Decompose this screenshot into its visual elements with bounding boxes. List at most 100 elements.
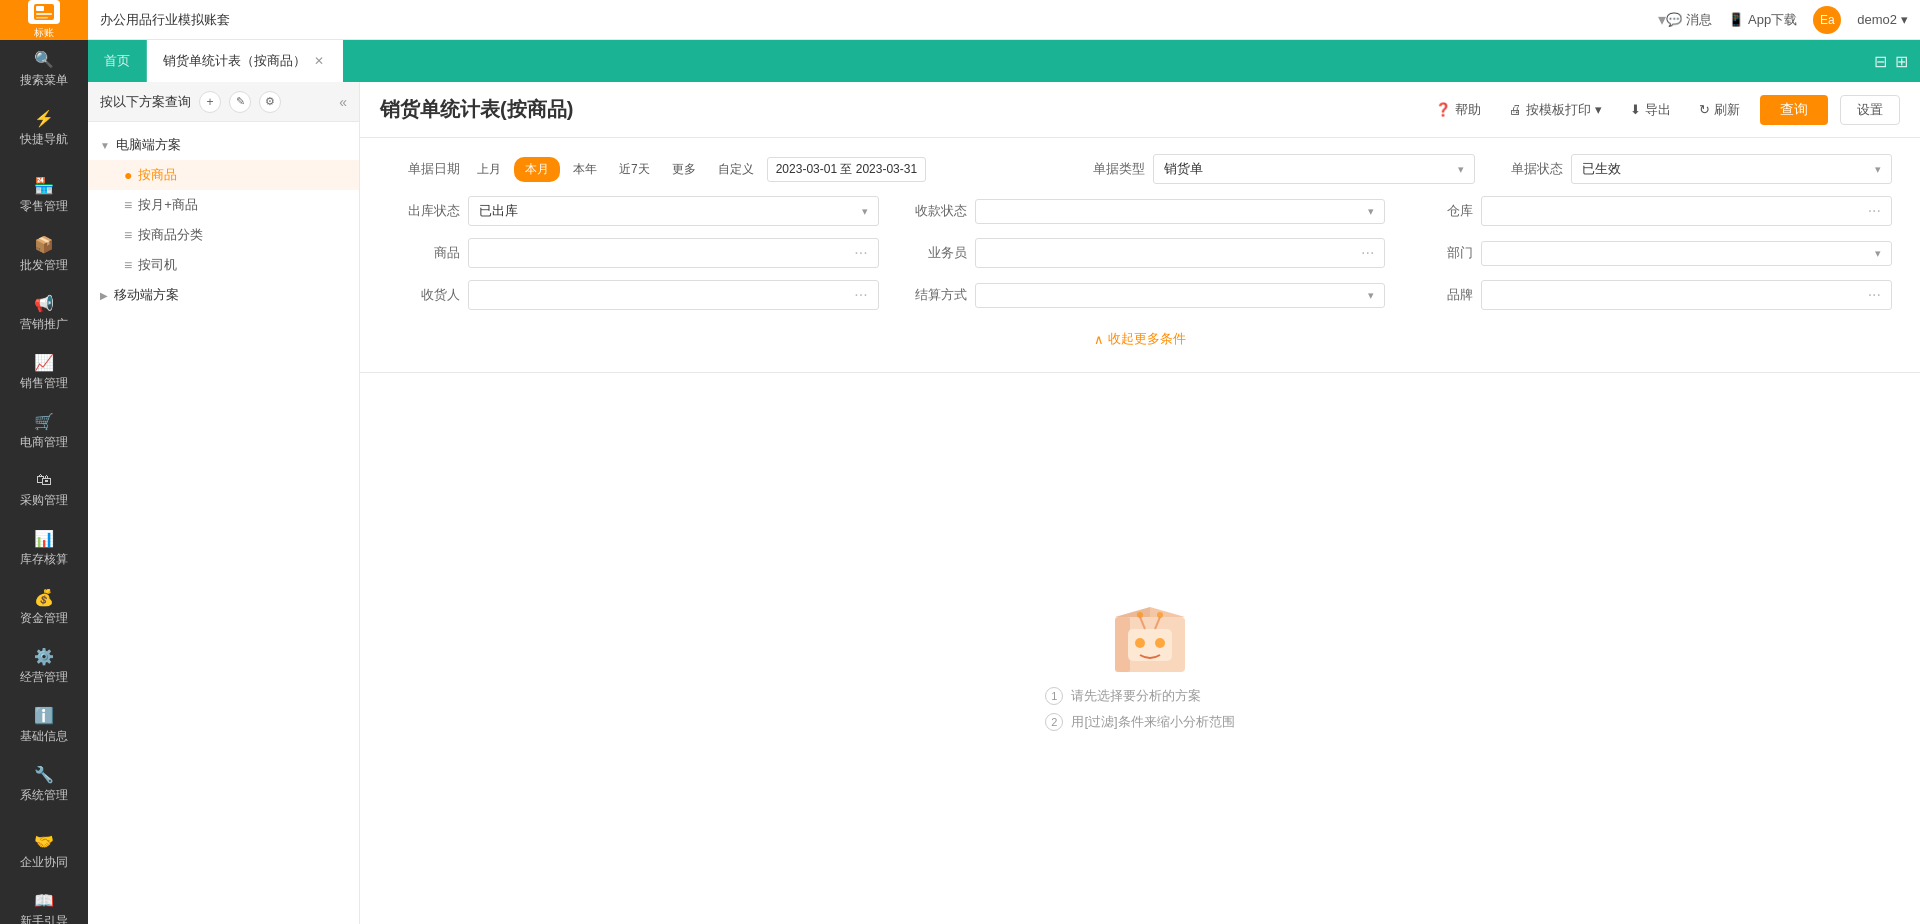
filter-col-warehouse: 仓库 ··· <box>1393 196 1900 226</box>
refresh-icon: ↻ <box>1699 102 1710 117</box>
date-range-input[interactable]: 2023-03-01 至 2023-03-31 <box>767 157 926 182</box>
sidebar-item-marketing[interactable]: 📢 营销推广 <box>0 284 88 343</box>
page-title: 销货单统计表(按商品) <box>380 96 573 123</box>
payment-label: 结算方式 <box>895 286 975 304</box>
tab-maximize-controls: ⊟ ⊞ <box>1862 40 1920 82</box>
sidebar-item-enterprise[interactable]: 🤝 企业协同 <box>0 822 88 881</box>
topbar-dropdown-icon[interactable]: ▾ <box>1658 10 1666 29</box>
sidebar-item-retail[interactable]: 🏪 零售管理 <box>0 166 88 225</box>
settings-button[interactable]: 设置 <box>1840 95 1900 125</box>
sidebar-item-basic-info[interactable]: ℹ️ 基础信息 <box>0 696 88 755</box>
marketing-icon: 📢 <box>34 294 54 313</box>
message-icon: 💬 <box>1666 12 1682 27</box>
by-courier-icon: ≡ <box>124 257 132 273</box>
by-product-icon: ● <box>124 167 132 183</box>
tree-item-by-courier[interactable]: ≡ 按司机 <box>88 250 359 280</box>
user-dropdown-icon: ▾ <box>1901 12 1908 27</box>
sidebar-item-search[interactable]: 🔍 搜索菜单 <box>0 40 88 99</box>
tab-home[interactable]: 首页 <box>88 40 147 82</box>
help-btn[interactable]: ❓ 帮助 <box>1427 97 1489 123</box>
help-icon: ❓ <box>1435 102 1451 117</box>
page-title-bar: 销货单统计表(按商品) ❓ 帮助 🖨 按模板打印 ▾ ⬇ 导出 <box>360 82 1920 138</box>
tree-item-by-month-product[interactable]: ≡ 按月+商品 <box>88 190 359 220</box>
doc-status-select[interactable]: 已生效 ▾ <box>1571 154 1892 184</box>
sidebar-item-system[interactable]: 🔧 系统管理 <box>0 755 88 814</box>
sidebar-item-guide[interactable]: 📖 新手引导 <box>0 881 88 924</box>
print-template-btn[interactable]: 🖨 按模板打印 ▾ <box>1501 97 1610 123</box>
collapse-conditions-btn[interactable]: ∧ 收起更多条件 <box>380 322 1900 356</box>
warehouse-dots-icon: ··· <box>1868 202 1881 220</box>
operations-icon: ⚙️ <box>34 647 54 666</box>
sidebar-item-wholesale[interactable]: 📦 批发管理 <box>0 225 88 284</box>
message-btn[interactable]: 💬 消息 <box>1666 11 1712 29</box>
svg-point-12 <box>1157 612 1163 618</box>
app-download-btn[interactable]: 📱 App下载 <box>1728 11 1797 29</box>
sidebar-item-purchase[interactable]: 🛍 采购管理 <box>0 461 88 519</box>
warehouse-input[interactable]: ··· <box>1481 196 1892 226</box>
tree-item-by-product-category[interactable]: ≡ 按商品分类 <box>88 220 359 250</box>
filter-col-department: 部门 ▾ <box>1393 241 1900 266</box>
maximize-icon[interactable]: ⊞ <box>1895 52 1908 71</box>
sidebar-item-finance[interactable]: 💰 资金管理 <box>0 578 88 637</box>
date-preset-last-month[interactable]: 上月 <box>468 156 510 183</box>
receiver-input[interactable]: ··· <box>468 280 879 310</box>
doc-type-label: 单据类型 <box>1073 160 1153 178</box>
basic-info-icon: ℹ️ <box>34 706 54 725</box>
sidebar-item-operations[interactable]: ⚙️ 经营管理 <box>0 637 88 696</box>
enterprise-icon: 🤝 <box>34 832 54 851</box>
product-input[interactable]: ··· <box>468 238 879 268</box>
purchase-icon: 🛍 <box>36 471 52 489</box>
collapse-up-icon: ∧ <box>1094 332 1104 347</box>
date-preset-this-month[interactable]: 本月 <box>514 157 560 182</box>
filter-col-payment: 结算方式 ▾ <box>887 283 1394 308</box>
doc-type-dropdown-icon: ▾ <box>1458 163 1464 176</box>
date-label: 单据日期 <box>388 160 468 178</box>
minimize-icon[interactable]: ⊟ <box>1874 52 1887 71</box>
date-preset-this-year[interactable]: 本年 <box>564 156 606 183</box>
brand-input[interactable]: ··· <box>1481 280 1892 310</box>
query-button[interactable]: 查询 <box>1760 95 1828 125</box>
settings-scheme-btn[interactable]: ⚙ <box>259 91 281 113</box>
export-btn[interactable]: ⬇ 导出 <box>1622 97 1679 123</box>
refresh-btn[interactable]: ↻ 刷新 <box>1691 97 1748 123</box>
department-select[interactable]: ▾ <box>1481 241 1892 266</box>
mobile-toggle-icon: ▶ <box>100 290 108 301</box>
sidebar-item-sales[interactable]: 📈 销售管理 <box>0 343 88 402</box>
topbar-title: 办公用品行业模拟账套 <box>100 11 1654 29</box>
out-status-select[interactable]: 已出库 ▾ <box>468 196 879 226</box>
product-dots-icon: ··· <box>854 244 867 262</box>
add-scheme-btn[interactable]: + <box>199 91 221 113</box>
collapse-left-panel-btn[interactable]: « <box>339 94 347 110</box>
salesperson-input[interactable]: ··· <box>975 238 1386 268</box>
empty-state: 1 请先选择要分析的方案 2 用[过滤]条件来缩小分析范围 <box>360 373 1920 924</box>
user-name[interactable]: demo2 ▾ <box>1857 12 1908 27</box>
sidebar-logo[interactable]: 标账 <box>0 0 88 40</box>
filter-col-date: 单据日期 上月 本月 本年 近7天 更多 自定义 2023-03-01 至 20… <box>380 156 1065 183</box>
receipt-status-select[interactable]: ▾ <box>975 199 1386 224</box>
date-preset-7days[interactable]: 近7天 <box>610 156 659 183</box>
tab-sales-stat[interactable]: 销货单统计表（按商品） ✕ <box>147 40 343 82</box>
main-area: 办公用品行业模拟账套 ▾ 💬 消息 📱 App下载 Ea demo2 ▾ 首页 <box>88 0 1920 924</box>
date-preset-more[interactable]: 更多 <box>663 156 705 183</box>
sidebar-item-ecommerce[interactable]: 🛒 电商管理 <box>0 402 88 461</box>
date-preset-custom[interactable]: 自定义 <box>709 156 763 183</box>
svg-point-7 <box>1135 638 1145 648</box>
svg-point-10 <box>1137 612 1143 618</box>
sidebar-item-quick-nav[interactable]: ⚡ 快捷导航 <box>0 99 88 158</box>
edit-scheme-btn[interactable]: ✎ <box>229 91 251 113</box>
tree-item-by-product[interactable]: ● 按商品 <box>88 160 359 190</box>
tab-close-sales-stat[interactable]: ✕ <box>312 52 326 70</box>
sidebar-item-inventory[interactable]: 📊 库存核算 <box>0 519 88 578</box>
inventory-icon: 📊 <box>34 529 54 548</box>
page-actions: ❓ 帮助 🖨 按模板打印 ▾ ⬇ 导出 ↻ 刷新 <box>1427 95 1900 125</box>
payment-select[interactable]: ▾ <box>975 283 1386 308</box>
filter-area: 单据日期 上月 本月 本年 近7天 更多 自定义 2023-03-01 至 20… <box>360 138 1920 373</box>
user-avatar[interactable]: Ea <box>1813 6 1841 34</box>
svg-rect-1 <box>36 6 44 11</box>
scheme-tree: ▼ 电脑端方案 ● 按商品 ≡ 按月+商品 ≡ 按商品分类 <box>88 122 359 924</box>
tree-section-mobile-header[interactable]: ▶ 移动端方案 <box>88 280 359 310</box>
doc-type-select[interactable]: 销货单 ▾ <box>1153 154 1474 184</box>
empty-illustration <box>1090 567 1190 667</box>
tree-section-desktop-header[interactable]: ▼ 电脑端方案 <box>88 130 359 160</box>
svg-rect-2 <box>36 13 52 15</box>
